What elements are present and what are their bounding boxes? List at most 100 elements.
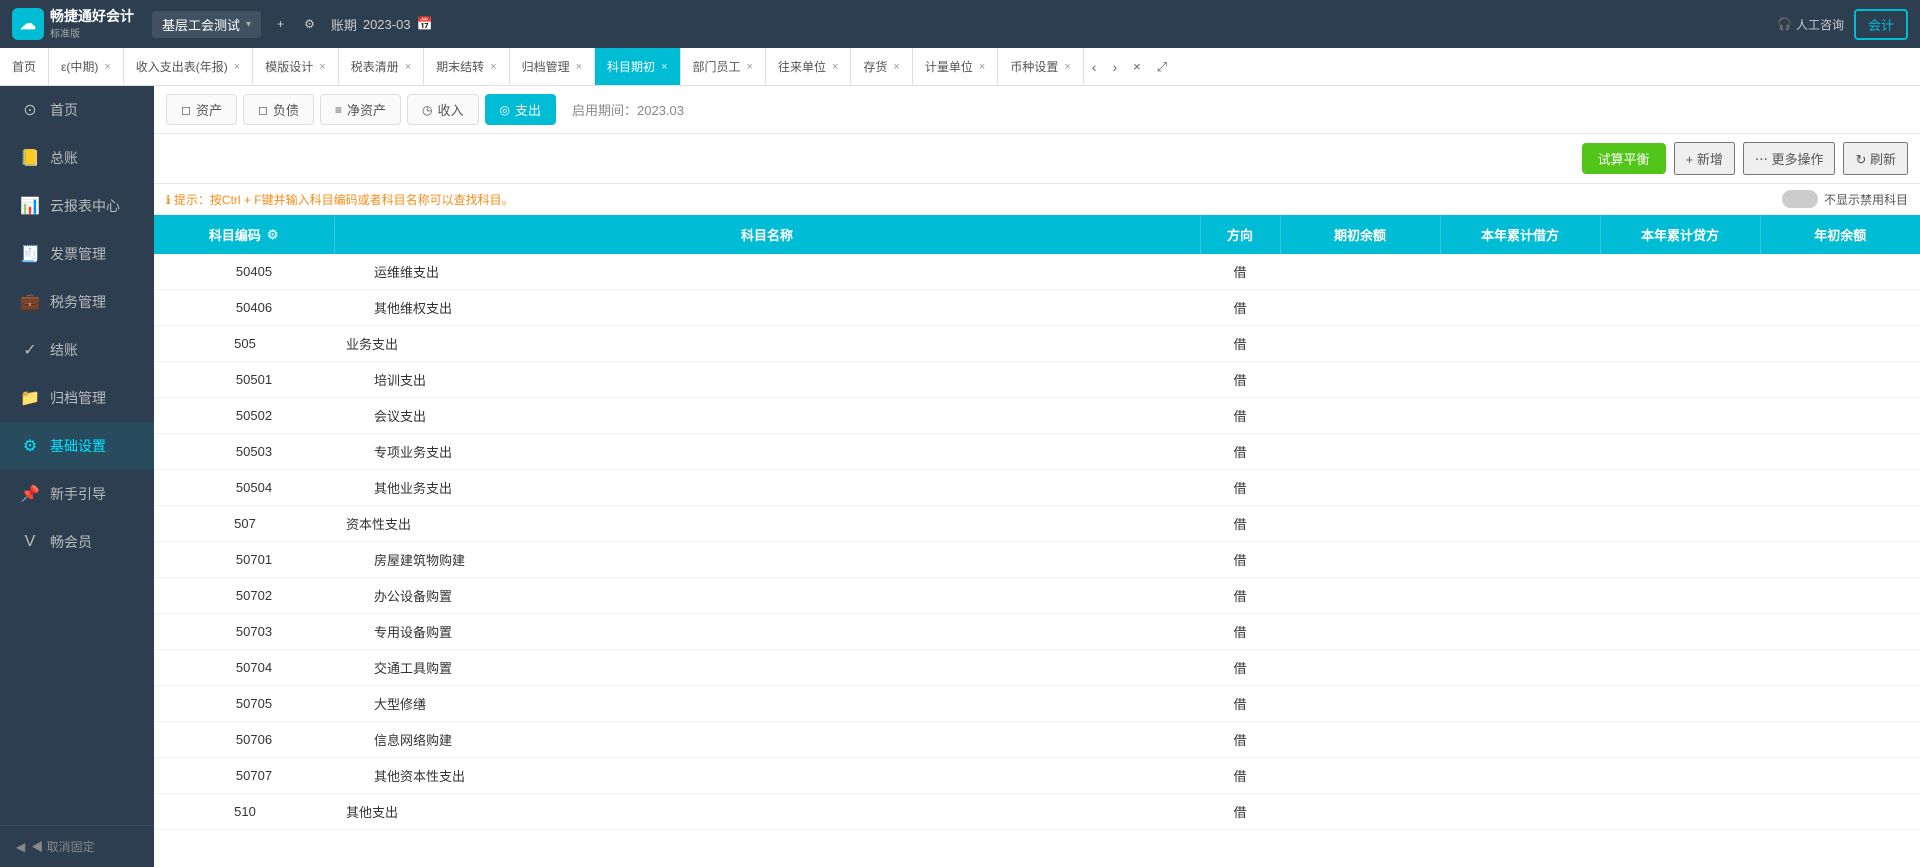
cell-year-begin: [1760, 398, 1920, 434]
tab-expand[interactable]: ⤢: [1149, 48, 1175, 86]
sidebar-item-member[interactable]: V 畅会员: [0, 518, 154, 566]
sub-tab-income[interactable]: ◷ 收入: [407, 94, 479, 125]
sub-tab-liability-label: 负债: [273, 100, 299, 119]
cell-ytd-debit: [1440, 758, 1600, 794]
tab-period-end-label: 期末结转: [436, 58, 484, 75]
close-icon[interactable]: ×: [661, 61, 667, 73]
close-icon[interactable]: ×: [234, 61, 240, 73]
tab-template-label: 模版设计: [265, 58, 313, 75]
disable-toggle[interactable]: [1782, 190, 1818, 208]
tab-tax[interactable]: 税表清册 ×: [339, 48, 424, 86]
sidebar-item-tax[interactable]: 💼 税务管理: [0, 278, 154, 326]
table-row[interactable]: 50503 专项业务支出 借: [154, 434, 1920, 470]
close-icon[interactable]: ×: [576, 61, 582, 73]
table-row[interactable]: 50405 运维维支出 借: [154, 254, 1920, 290]
table-row[interactable]: 50701 房屋建筑物购建 借: [154, 542, 1920, 578]
tab-inventory[interactable]: 存货 ×: [851, 48, 912, 86]
chevron-down-icon: ▾: [246, 19, 251, 30]
sidebar-item-ledger[interactable]: 📒 总账: [0, 134, 154, 182]
close-icon[interactable]: ×: [490, 61, 496, 73]
account-button[interactable]: 会计: [1854, 9, 1908, 40]
calendar-icon[interactable]: 📅: [417, 16, 433, 32]
cell-code: 50504: [154, 470, 334, 506]
add-button[interactable]: + 新增: [1674, 142, 1735, 175]
tab-close-all[interactable]: ×: [1125, 48, 1149, 86]
close-icon[interactable]: ×: [319, 61, 325, 73]
table-row[interactable]: 50705 大型修缮 借: [154, 686, 1920, 722]
toolbar: 试算平衡 + 新增 ⋯ 更多操作 ↻ 刷新: [154, 134, 1920, 184]
tab-nav-next[interactable]: ›: [1104, 48, 1125, 86]
tab-partner[interactable]: 往来单位 ×: [766, 48, 851, 86]
close-icon[interactable]: ×: [747, 61, 753, 73]
tab-interim-label: ε(中期): [61, 58, 98, 75]
tab-currency[interactable]: 币种设置 ×: [998, 48, 1083, 86]
cell-ytd-credit: [1600, 362, 1760, 398]
sub-tab-net-asset[interactable]: ≡ 净资产: [320, 94, 401, 125]
top-bar-right: 🎧 人工咨询 会计: [1777, 9, 1908, 40]
sidebar-item-settlement[interactable]: ✓ 结账: [0, 326, 154, 374]
sub-tab-liability[interactable]: ◻ 负债: [243, 94, 314, 125]
cell-year-begin: [1760, 650, 1920, 686]
cell-year-begin: [1760, 506, 1920, 542]
table-row[interactable]: 50502 会议支出 借: [154, 398, 1920, 434]
tab-income-annual[interactable]: 收入支出表(年报) ×: [124, 48, 253, 86]
sidebar-item-archive[interactable]: 📁 归档管理: [0, 374, 154, 422]
project-selector[interactable]: 基层工会测试 ▾: [152, 11, 261, 38]
table-row[interactable]: 507 资本性支出 借: [154, 506, 1920, 542]
table-row[interactable]: 510 其他支出 借: [154, 794, 1920, 830]
table-row[interactable]: 50702 办公设备购置 借: [154, 578, 1920, 614]
gear-icon[interactable]: ⚙: [267, 227, 279, 243]
close-icon[interactable]: ×: [405, 61, 411, 73]
cell-code: 50704: [154, 650, 334, 686]
sidebar-item-reports[interactable]: 📊 云报表中心: [0, 182, 154, 230]
table-row[interactable]: 50704 交通工具购置 借: [154, 650, 1920, 686]
close-icon[interactable]: ×: [979, 61, 985, 73]
tab-archive[interactable]: 归档管理 ×: [510, 48, 595, 86]
invoice-icon: 🧾: [20, 244, 40, 264]
tab-dept-staff[interactable]: 部门员工 ×: [681, 48, 766, 86]
more-button[interactable]: ⋯ 更多操作: [1743, 142, 1836, 175]
table-row[interactable]: 50406 其他维权支出 借: [154, 290, 1920, 326]
tab-unit[interactable]: 计量单位 ×: [913, 48, 998, 86]
cell-ytd-credit: [1600, 722, 1760, 758]
close-icon[interactable]: ×: [893, 61, 899, 73]
member-icon: V: [20, 533, 40, 551]
period-info: 账期 2023-03 📅: [331, 15, 433, 34]
tab-period-end[interactable]: 期末结转 ×: [424, 48, 509, 86]
table-row[interactable]: 50504 其他业务支出 借: [154, 470, 1920, 506]
tab-dept-staff-label: 部门员工: [693, 58, 741, 75]
balance-button[interactable]: 试算平衡: [1582, 143, 1666, 174]
sidebar-collapse-btn[interactable]: ◀ ◀ 取消固定: [0, 825, 154, 867]
tab-home[interactable]: 首页: [0, 48, 49, 86]
refresh-button[interactable]: ↻ 刷新: [1843, 142, 1908, 175]
cell-direction: 借: [1200, 722, 1280, 758]
sidebar-item-home[interactable]: ⊙ 首页: [0, 86, 154, 134]
tab-template[interactable]: 模版设计 ×: [253, 48, 338, 86]
tab-subject-period[interactable]: 科目期初 ×: [595, 48, 680, 86]
close-icon[interactable]: ×: [1064, 61, 1070, 73]
sub-tab-asset[interactable]: ◻ 资产: [166, 94, 237, 125]
sub-tab-expense[interactable]: ◎ 支出: [485, 94, 557, 125]
table-row[interactable]: 50706 信息网络购建 借: [154, 722, 1920, 758]
settings-button[interactable]: ⚙: [298, 13, 321, 35]
help-button[interactable]: 🎧 人工咨询: [1777, 16, 1844, 33]
sidebar-item-invoice[interactable]: 🧾 发票管理: [0, 230, 154, 278]
cell-opening-balance: [1280, 326, 1440, 362]
sub-tab-net-asset-label: 净资产: [347, 100, 386, 119]
cell-year-begin: [1760, 758, 1920, 794]
table-row[interactable]: 50501 培训支出 借: [154, 362, 1920, 398]
add-tab-button[interactable]: +: [271, 13, 290, 35]
close-icon[interactable]: ×: [104, 61, 110, 73]
info-icon: ℹ: [166, 193, 171, 207]
table-row[interactable]: 50707 其他资本性支出 借: [154, 758, 1920, 794]
sidebar-item-guide[interactable]: 📌 新手引导: [0, 470, 154, 518]
tab-interim[interactable]: ε(中期) ×: [49, 48, 124, 86]
sidebar-item-basic[interactable]: ⚙ 基础设置: [0, 422, 154, 470]
tab-income-annual-label: 收入支出表(年报): [136, 58, 228, 75]
close-icon[interactable]: ×: [832, 61, 838, 73]
table-row[interactable]: 50703 专用设备购置 借: [154, 614, 1920, 650]
cell-code: 50701: [154, 542, 334, 578]
table-row[interactable]: 505 业务支出 借: [154, 326, 1920, 362]
tab-nav-prev[interactable]: ‹: [1084, 48, 1105, 86]
sidebar-guide-label: 新手引导: [50, 484, 106, 504]
